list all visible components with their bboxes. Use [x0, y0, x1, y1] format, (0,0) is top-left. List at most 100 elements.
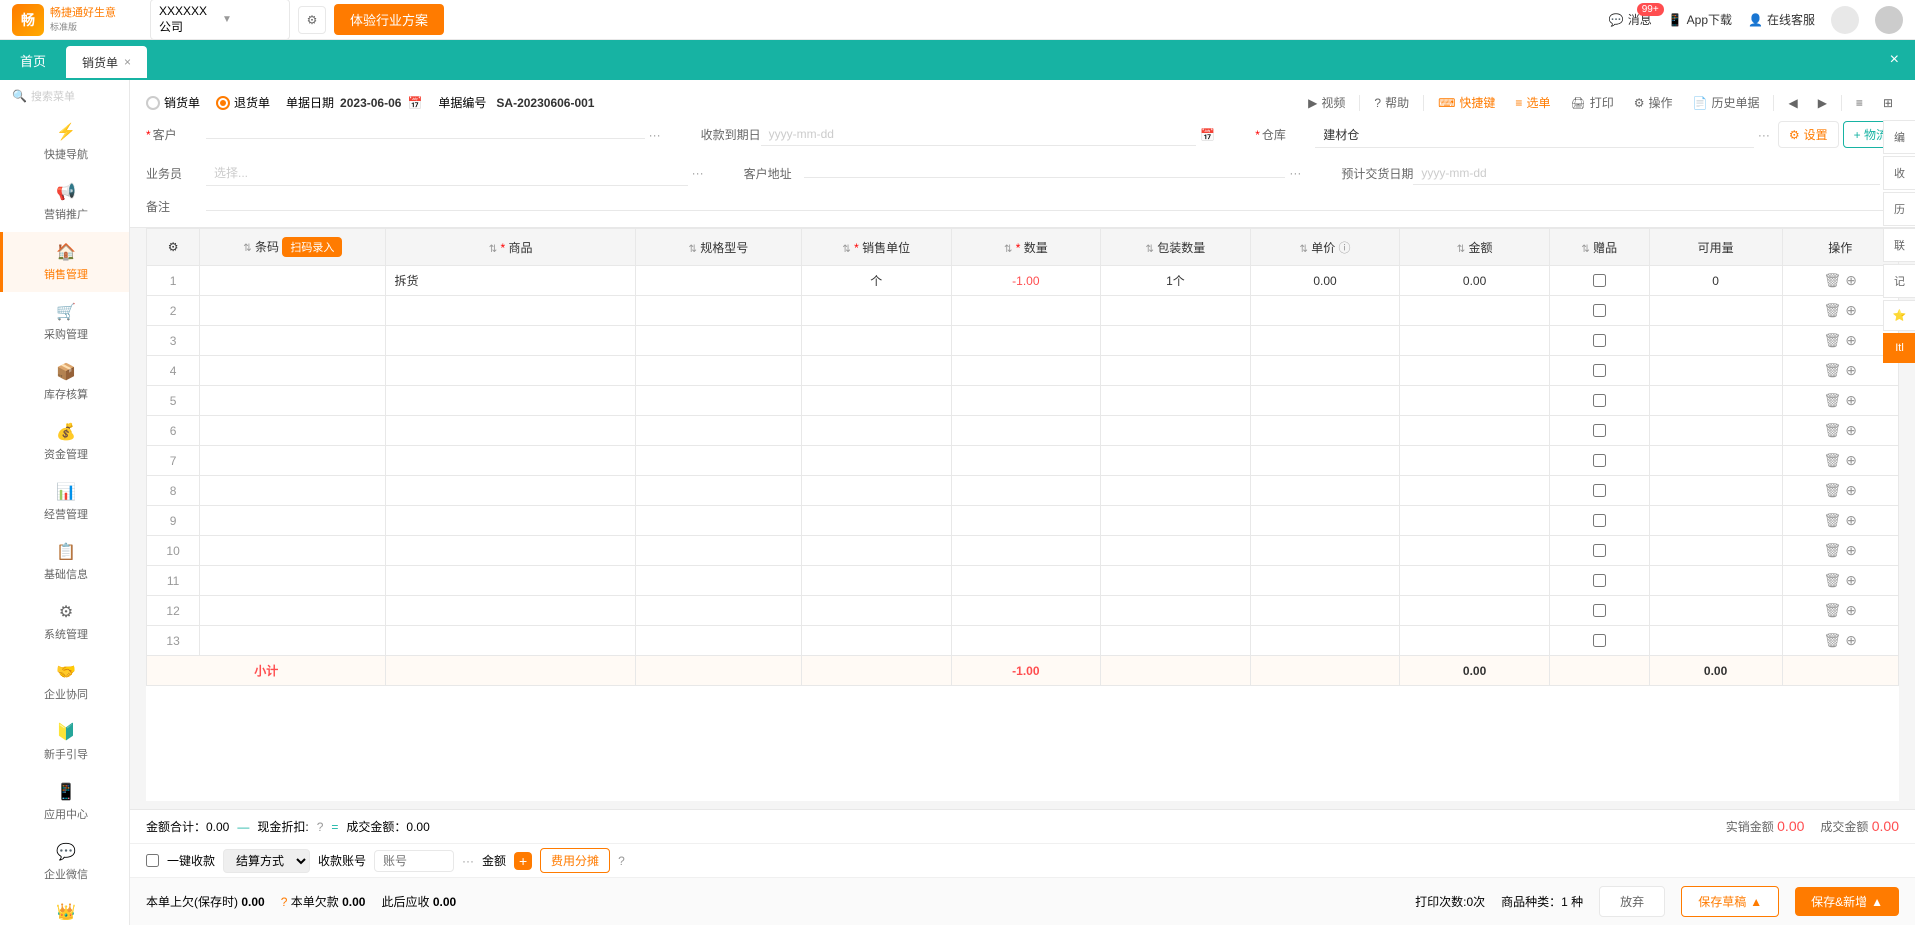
cell-spec-10[interactable] [635, 536, 801, 566]
gift-checkbox-13[interactable] [1593, 634, 1606, 647]
address-dots-icon[interactable]: ··· [1289, 166, 1301, 180]
cell-qty-4[interactable] [951, 356, 1101, 386]
cell-spec-1[interactable] [635, 266, 801, 296]
copy-btn-10[interactable]: ⊕ [1845, 542, 1857, 559]
delete-btn-1[interactable]: 🗑 [1824, 272, 1842, 289]
cell-unit-2[interactable] [801, 296, 951, 326]
cell-gift-6[interactable] [1549, 416, 1649, 446]
cell-qty-7[interactable] [951, 446, 1101, 476]
delete-btn-9[interactable]: 🗑 [1824, 512, 1842, 529]
gift-checkbox-9[interactable] [1593, 514, 1606, 527]
cell-spec-11[interactable] [635, 566, 801, 596]
cell-pack-7[interactable] [1101, 446, 1251, 476]
cell-price-4[interactable] [1250, 356, 1400, 386]
cell-price-12[interactable] [1250, 596, 1400, 626]
cell-product-3[interactable] [386, 326, 635, 356]
cell-barcode-2[interactable] [200, 296, 386, 326]
cell-unit-12[interactable] [801, 596, 951, 626]
gift-checkbox-2[interactable] [1593, 304, 1606, 317]
cell-product-13[interactable] [386, 626, 635, 656]
cell-product-6[interactable] [386, 416, 635, 446]
right-btn-edit[interactable]: 编 [1883, 120, 1915, 154]
cell-spec-2[interactable] [635, 296, 801, 326]
sidebar-item-finance[interactable]: 💰 资金管理 [0, 412, 129, 472]
gift-checkbox-11[interactable] [1593, 574, 1606, 587]
sidebar-item-guide[interactable]: 🔰 新手引导 [0, 712, 129, 772]
cell-product-7[interactable] [386, 446, 635, 476]
cell-gift-7[interactable] [1549, 446, 1649, 476]
scan-button[interactable]: 扫码录入 [282, 237, 342, 257]
cell-barcode-1[interactable] [200, 266, 386, 296]
cell-gift-3[interactable] [1549, 326, 1649, 356]
cell-price-7[interactable] [1250, 446, 1400, 476]
prev-button[interactable]: ◀ [1782, 94, 1803, 112]
shortcut-button[interactable]: ⌨ 快捷键 [1432, 92, 1501, 113]
due-date-input[interactable]: yyyy-mm-dd [761, 123, 1197, 146]
customer-dots-icon[interactable]: ··· [649, 128, 661, 142]
cell-amount-8[interactable] [1400, 476, 1550, 506]
salesman-input[interactable]: 选择... [206, 160, 688, 186]
cell-product-8[interactable] [386, 476, 635, 506]
cash-discount-help-icon[interactable]: ? [317, 820, 324, 834]
account-dots-icon[interactable]: ··· [462, 854, 474, 868]
cell-pack-11[interactable] [1101, 566, 1251, 596]
cell-price-2[interactable] [1250, 296, 1400, 326]
sort-icon-unit[interactable]: ⇅ [842, 244, 850, 255]
cell-unit-7[interactable] [801, 446, 951, 476]
sidebar-item-base[interactable]: 📋 基础信息 [0, 532, 129, 592]
cell-barcode-7[interactable] [200, 446, 386, 476]
sort-icon-spec[interactable]: ⇅ [689, 244, 697, 255]
sidebar-item-inventory[interactable]: 📦 库存核算 [0, 352, 129, 412]
cell-product-4[interactable] [386, 356, 635, 386]
next-button[interactable]: ▶ [1812, 94, 1833, 112]
cell-spec-5[interactable] [635, 386, 801, 416]
delete-btn-12[interactable]: 🗑 [1824, 602, 1842, 619]
delete-btn-4[interactable]: 🗑 [1824, 362, 1842, 379]
cell-price-5[interactable] [1250, 386, 1400, 416]
tab-home[interactable]: 首页 [0, 40, 66, 80]
gift-checkbox-10[interactable] [1593, 544, 1606, 557]
cell-qty-8[interactable] [951, 476, 1101, 506]
gift-checkbox-3[interactable] [1593, 334, 1606, 347]
delete-btn-8[interactable]: 🗑 [1824, 482, 1842, 499]
copy-btn-2[interactable]: ⊕ [1845, 302, 1857, 319]
cell-product-12[interactable] [386, 596, 635, 626]
cell-amount-11[interactable] [1400, 566, 1550, 596]
cell-gift-9[interactable] [1549, 506, 1649, 536]
online-service-button[interactable]: 👤 在线客服 [1748, 11, 1815, 28]
right-btn-orange[interactable]: Itl [1883, 333, 1915, 363]
save-draft-button[interactable]: 保存草稿 ▲ [1681, 886, 1779, 917]
cell-qty-3[interactable] [951, 326, 1101, 356]
cell-product-1[interactable]: 拆货 [386, 266, 635, 296]
calendar-icon[interactable]: 📅 [407, 96, 422, 110]
copy-btn-11[interactable]: ⊕ [1845, 572, 1857, 589]
expected-date-input[interactable]: yyyy-mm-dd [1413, 162, 1880, 185]
customer-input[interactable] [206, 130, 645, 139]
cell-barcode-3[interactable] [200, 326, 386, 356]
remark-input[interactable] [206, 202, 1899, 211]
cell-gift-1[interactable] [1549, 266, 1649, 296]
copy-btn-12[interactable]: ⊕ [1845, 602, 1857, 619]
cell-qty-13[interactable] [951, 626, 1101, 656]
cell-price-3[interactable] [1250, 326, 1400, 356]
gift-checkbox-5[interactable] [1593, 394, 1606, 407]
copy-btn-8[interactable]: ⊕ [1845, 482, 1857, 499]
avatar[interactable] [1831, 6, 1859, 34]
cell-amount-5[interactable] [1400, 386, 1550, 416]
select-order-button[interactable]: ≡ 选单 [1509, 92, 1556, 113]
cell-amount-6[interactable] [1400, 416, 1550, 446]
cell-gift-2[interactable] [1549, 296, 1649, 326]
cell-amount-1[interactable]: 0.00 [1400, 266, 1550, 296]
radio-return-order[interactable]: 退货单 [216, 94, 270, 111]
delete-btn-6[interactable]: 🗑 [1824, 422, 1842, 439]
price-help-icon[interactable]: ⓘ [1339, 241, 1351, 255]
delete-btn-7[interactable]: 🗑 [1824, 452, 1842, 469]
cell-qty-2[interactable] [951, 296, 1101, 326]
copy-btn-7[interactable]: ⊕ [1845, 452, 1857, 469]
cell-amount-2[interactable] [1400, 296, 1550, 326]
total-owed-icon[interactable]: ? [281, 895, 288, 909]
due-date-calendar-icon[interactable]: 📅 [1200, 128, 1215, 142]
cell-price-11[interactable] [1250, 566, 1400, 596]
cell-pack-5[interactable] [1101, 386, 1251, 416]
cell-product-2[interactable] [386, 296, 635, 326]
